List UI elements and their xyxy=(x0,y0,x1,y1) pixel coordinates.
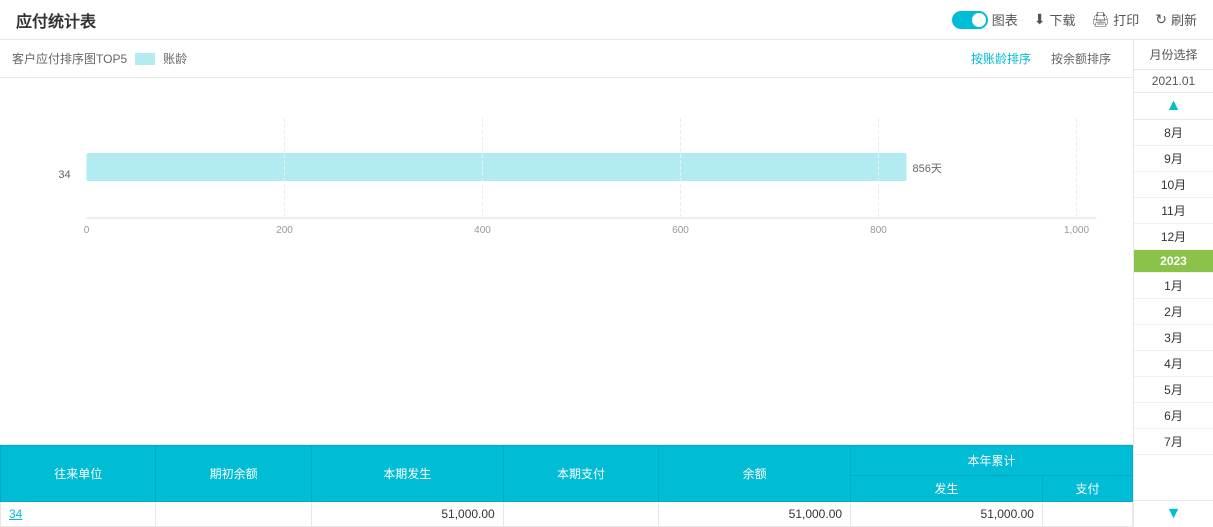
sidebar-month-item[interactable]: 7月 xyxy=(1134,429,1213,455)
svg-text:600: 600 xyxy=(672,225,689,236)
refresh-label: 刷新 xyxy=(1171,10,1197,29)
cell-year-pay xyxy=(1042,502,1132,527)
sort-by-age-button[interactable]: 按账龄排序 xyxy=(961,48,1041,69)
sidebar: 月份选择 2021.01 ▲ 8月9月10月11月12月20231月2月3月4月… xyxy=(1133,40,1213,527)
chart-header: 客户应付排序图TOP5 账龄 按账龄排序 按余额排序 xyxy=(0,40,1133,78)
sidebar-month-item[interactable]: 11月 xyxy=(1134,198,1213,224)
sidebar-date: 2021.01 xyxy=(1134,70,1213,93)
print-button[interactable]: 🖨 打印 xyxy=(1091,10,1139,29)
print-icon: 🖨 xyxy=(1091,11,1109,28)
download-button[interactable]: ⬇ 下载 xyxy=(1034,10,1076,29)
table-header-row: 往来单位 期初余额 本期发生 本期支付 余额 本年累计 xyxy=(1,446,1133,476)
cell-opening xyxy=(156,502,311,527)
col-year-occur-header: 发生 xyxy=(851,476,1043,502)
cell-occur: 51,000.00 xyxy=(311,502,503,527)
chart-toggle[interactable]: 图表 xyxy=(952,10,1018,29)
sidebar-month-item[interactable]: 4月 xyxy=(1134,351,1213,377)
col-pay-header: 本期支付 xyxy=(503,446,658,502)
download-icon: ⬇ xyxy=(1034,11,1046,28)
refresh-icon: ↻ xyxy=(1155,11,1167,28)
legend-box-label: 账龄 xyxy=(163,50,187,67)
refresh-button[interactable]: ↻ 刷新 xyxy=(1155,10,1197,29)
sidebar-month-item[interactable]: 8月 xyxy=(1134,120,1213,146)
col-year-pay-header: 支付 xyxy=(1042,476,1132,502)
chart-sort-buttons: 按账龄排序 按余额排序 xyxy=(961,48,1121,69)
svg-text:0: 0 xyxy=(84,225,90,236)
table-row: 34 51,000.00 51,000.00 51,000.00 xyxy=(1,502,1133,527)
col-balance-header: 余额 xyxy=(659,446,851,502)
sidebar-month-item[interactable]: 6月 xyxy=(1134,403,1213,429)
svg-text:1,000: 1,000 xyxy=(1064,225,1089,236)
sidebar-month-item[interactable]: 2月 xyxy=(1134,299,1213,325)
sidebar-month-item[interactable]: 10月 xyxy=(1134,172,1213,198)
col-opening-header: 期初余额 xyxy=(156,446,311,502)
col-occur-header: 本期发生 xyxy=(311,446,503,502)
table-section: 往来单位 期初余额 本期发生 本期支付 余额 本年累计 发生 支付 xyxy=(0,444,1133,527)
sidebar-month-item[interactable]: 12月 xyxy=(1134,224,1213,250)
sidebar-months: 8月9月10月11月12月20231月2月3月4月5月6月7月 xyxy=(1134,120,1213,500)
download-label: 下载 xyxy=(1049,10,1075,29)
data-table: 往来单位 期初余额 本期发生 本期支付 余额 本年累计 发生 支付 xyxy=(0,445,1133,527)
legend-label: 客户应付排序图TOP5 xyxy=(12,50,127,67)
svg-text:800: 800 xyxy=(870,225,887,236)
chart-wrapper: 34 856天 0 200 400 600 800 1,000 xyxy=(0,78,1133,444)
bar-chart: 34 856天 0 200 400 600 800 1,000 xyxy=(40,88,1123,268)
sidebar-title: 月份选择 xyxy=(1134,40,1213,70)
header-actions: 图表 ⬇ 下载 🖨 打印 ↻ 刷新 xyxy=(952,10,1197,29)
sidebar-scroll-up[interactable]: ▲ xyxy=(1134,93,1213,120)
sidebar-month-item[interactable]: 3月 xyxy=(1134,325,1213,351)
main-content: 客户应付排序图TOP5 账龄 按账龄排序 按余额排序 34 856天 xyxy=(0,40,1213,527)
svg-text:856天: 856天 xyxy=(913,163,942,175)
app-container: 应付统计表 图表 ⬇ 下载 🖨 打印 ↻ 刷新 xyxy=(0,0,1213,527)
svg-text:400: 400 xyxy=(474,225,491,236)
chart-legend: 客户应付排序图TOP5 账龄 xyxy=(12,50,187,67)
svg-text:200: 200 xyxy=(276,225,293,236)
cell-balance: 51,000.00 xyxy=(659,502,851,527)
chart-toggle-switch[interactable] xyxy=(952,11,988,29)
sidebar-month-item[interactable]: 9月 xyxy=(1134,146,1213,172)
svg-text:34: 34 xyxy=(58,169,70,181)
header: 应付统计表 图表 ⬇ 下载 🖨 打印 ↻ 刷新 xyxy=(0,0,1213,40)
sidebar-month-item[interactable]: 1月 xyxy=(1134,273,1213,299)
sidebar-month-item[interactable]: 5月 xyxy=(1134,377,1213,403)
table-body: 34 51,000.00 51,000.00 51,000.00 xyxy=(1,502,1133,527)
sidebar-scroll-down[interactable]: ▼ xyxy=(1134,500,1213,527)
legend-box xyxy=(135,53,155,65)
cell-pay xyxy=(503,502,658,527)
chart-label: 图表 xyxy=(992,10,1018,29)
page-title: 应付统计表 xyxy=(16,8,96,32)
chart-area: 客户应付排序图TOP5 账龄 按账龄排序 按余额排序 34 856天 xyxy=(0,40,1133,527)
col-unit-header: 往来单位 xyxy=(1,446,156,502)
cell-year-occur: 51,000.00 xyxy=(851,502,1043,527)
sort-by-balance-button[interactable]: 按余额排序 xyxy=(1041,48,1121,69)
sidebar-year-marker[interactable]: 2023 xyxy=(1134,250,1213,273)
cell-unit[interactable]: 34 xyxy=(1,502,156,527)
col-year-group-header: 本年累计 xyxy=(851,446,1133,476)
print-label: 打印 xyxy=(1113,10,1139,29)
